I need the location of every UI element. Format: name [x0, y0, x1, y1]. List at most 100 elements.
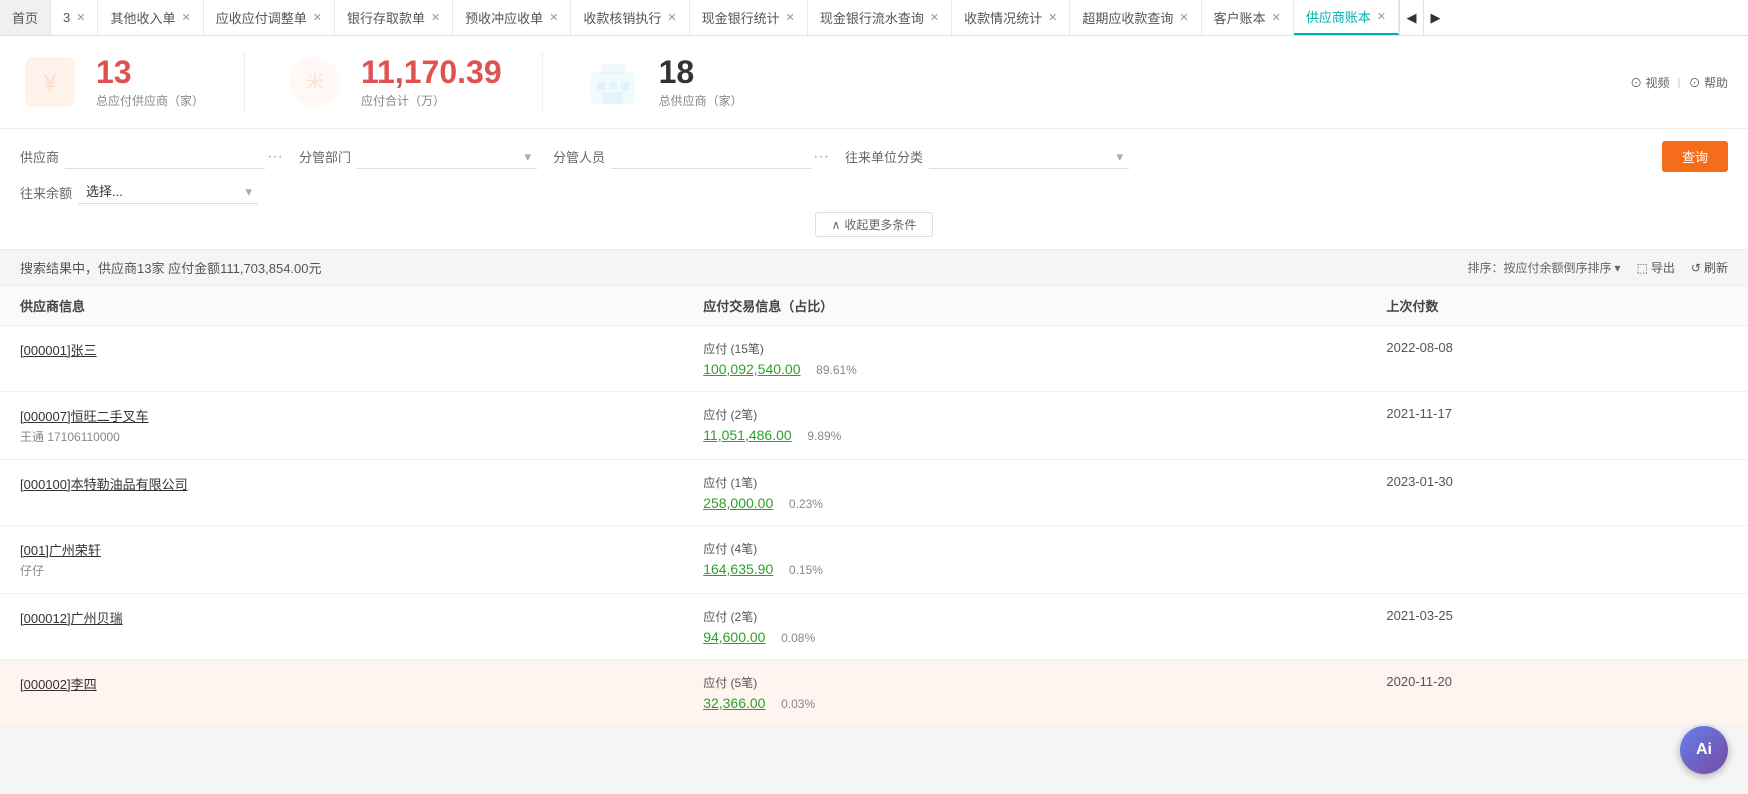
nav-tab-other-income[interactable]: 其他收入单 ✕ — [98, 0, 203, 35]
ap-label-2: 应付 (1笔) — [703, 476, 757, 490]
filter-item-balance: 往来余额 选择... — [20, 180, 258, 204]
last-pay-date-0: 2022-08-08 — [1386, 340, 1728, 355]
nav-tab-overdue-query[interactable]: 超期应收款查询 ✕ — [1070, 0, 1201, 35]
ap-amount-4[interactable]: 94,600.00 — [703, 629, 765, 645]
supplier-link-2[interactable]: [000100]本特勒油品有限公司 — [20, 477, 188, 492]
nav-tab-customer-account[interactable]: 客户账本 ✕ — [1202, 0, 1294, 35]
nav-tab-customer-account-label: 客户账本 — [1214, 8, 1266, 27]
stat-block-payable-amount: 米 11,170.39 应付合计（万） — [285, 52, 543, 112]
ap-pct-0: 89.61% — [816, 363, 857, 377]
person-input[interactable] — [611, 145, 811, 169]
nav-tab-cash-bank-stat[interactable]: 现金银行统计 ✕ — [690, 0, 808, 35]
total-payable-amount-label: 应付合计（万） — [361, 92, 502, 109]
ap-label-1: 应付 (2笔) — [703, 408, 757, 422]
refresh-button[interactable]: ↺ 刷新 — [1691, 259, 1728, 276]
help-link[interactable]: ⊙ 帮助 — [1689, 74, 1728, 91]
close-icon-prepay-verify[interactable]: ✕ — [549, 11, 558, 24]
query-button[interactable]: 查询 — [1662, 141, 1728, 172]
close-icon-ap-adjust[interactable]: ✕ — [313, 11, 322, 24]
close-icon-cash-bank-stat[interactable]: ✕ — [786, 11, 795, 24]
total-suppliers-label: 总供应商（家） — [659, 92, 743, 109]
ap-amount-3[interactable]: 164,635.90 — [703, 561, 773, 577]
supplier-input[interactable] — [65, 145, 265, 169]
ai-label: Ai — [1696, 741, 1712, 759]
supplier-sub-3: 仔仔 — [20, 562, 703, 579]
nav-tab-collect-check[interactable]: 收款核销执行 ✕ — [571, 0, 689, 35]
refresh-label: 刷新 — [1704, 259, 1728, 276]
collapse-button[interactable]: ∧ 收起更多条件 — [815, 212, 934, 237]
stats-area: ¥ 13 总应付供应商（家） 米 11,170.39 应付合计（万） — [0, 36, 1748, 129]
supplier-link-3[interactable]: [001]广州荣轩 — [20, 543, 101, 558]
collapse-arrow-icon: ∧ — [832, 218, 841, 232]
nav-tab-cash-bank-flow[interactable]: 现金银行流水查询 ✕ — [808, 0, 952, 35]
nav-tab-supplier-account-label: 供应商账本 — [1306, 7, 1371, 26]
supplier-link-1[interactable]: [000007]恒旺二手叉车 — [20, 409, 149, 424]
close-icon-customer-account[interactable]: ✕ — [1272, 11, 1281, 24]
ap-amount-1[interactable]: 11,051,486.00 — [703, 427, 792, 443]
supplier-link-4[interactable]: [000012]广州贝瑞 — [20, 611, 123, 626]
dept-select[interactable] — [357, 145, 537, 169]
person-more-icon[interactable]: ··· — [813, 148, 829, 166]
nav-arrow-right[interactable]: ▶ — [1423, 0, 1447, 36]
nav-tab-ap-adjust[interactable]: 应收应付调整单 ✕ — [204, 0, 335, 35]
total-payable-suppliers-label: 总应付供应商（家） — [96, 92, 204, 109]
unit-class-select[interactable] — [929, 145, 1129, 169]
close-icon-supplier-account[interactable]: ✕ — [1377, 10, 1386, 23]
close-icon-bank-deposit[interactable]: ✕ — [431, 11, 440, 24]
nav-arrow-left[interactable]: ◀ — [1399, 0, 1423, 36]
balance-select[interactable]: 选择... — [78, 180, 258, 204]
table-row: [000001]张三 应付 (15笔) 100,092,540.00 89.61… — [0, 326, 1748, 392]
table-row: [001]广州荣轩 仔仔 应付 (4笔) 164,635.90 0.15% — [0, 526, 1748, 594]
export-label: 导出 — [1651, 259, 1675, 276]
top-nav: 首页 3 ✕ 其他收入单 ✕ 应收应付调整单 ✕ 银行存取款单 ✕ 预收冲应收单… — [0, 0, 1748, 36]
nav-tab-3-label: 3 — [63, 10, 70, 25]
sort-label[interactable]: 排序：按应付余额倒序排序 ▾ — [1468, 259, 1621, 276]
last-pay-date-1: 2021-11-17 — [1386, 406, 1728, 421]
filter-row-1: 供应商 ··· 分管部门 分管人员 ··· 往来单位分类 查询 — [20, 141, 1728, 172]
filter-item-dept: 分管部门 — [299, 145, 537, 169]
video-link[interactable]: ⊙ 视频 — [1630, 74, 1669, 91]
filter-label-dept: 分管部门 — [299, 147, 351, 166]
close-icon-other-income[interactable]: ✕ — [181, 11, 190, 24]
ap-amount-2[interactable]: 258,000.00 — [703, 495, 773, 511]
nav-tab-home-label: 首页 — [12, 8, 38, 27]
nav-tab-prepay-verify[interactable]: 预收冲应收单 ✕ — [453, 0, 571, 35]
nav-tab-overdue-query-label: 超期应收款查询 — [1082, 8, 1173, 27]
nav-tab-bank-deposit-label: 银行存取款单 — [347, 8, 425, 27]
ap-label-0: 应付 (15笔) — [703, 342, 764, 356]
nav-tab-collect-stat[interactable]: 收款情况统计 ✕ — [952, 0, 1070, 35]
close-icon-overdue-query[interactable]: ✕ — [1179, 11, 1188, 24]
nav-tab-collect-check-label: 收款核销执行 — [583, 8, 661, 27]
nav-tab-collect-stat-label: 收款情况统计 — [964, 8, 1042, 27]
nav-tab-3[interactable]: 3 ✕ — [51, 0, 98, 35]
nav-tab-cash-bank-stat-label: 现金银行统计 — [702, 8, 780, 27]
close-icon-collect-stat[interactable]: ✕ — [1048, 11, 1057, 24]
nav-tab-supplier-account[interactable]: 供应商账本 ✕ — [1294, 0, 1399, 35]
sort-chevron-icon: ▾ — [1615, 261, 1621, 275]
ap-pct-3: 0.15% — [789, 563, 823, 577]
collapse-button-label: 收起更多条件 — [844, 216, 916, 233]
total-payable-suppliers-number: 13 — [96, 56, 204, 88]
last-pay-date-5: 2020-11-20 — [1386, 674, 1728, 689]
supplier-link-5[interactable]: [000002]李四 — [20, 677, 97, 692]
ap-amount-0[interactable]: 100,092,540.00 — [703, 361, 800, 377]
top-right-links: ⊙ 视频 | ⊙ 帮助 — [1630, 74, 1728, 91]
table-row: [000100]本特勒油品有限公司 应付 (1笔) 258,000.00 0.2… — [0, 460, 1748, 526]
ap-amount-5[interactable]: 32,366.00 — [703, 695, 765, 711]
export-button[interactable]: ⬚ 导出 — [1637, 259, 1675, 276]
close-icon-3[interactable]: ✕ — [76, 11, 85, 24]
last-pay-date-4: 2021-03-25 — [1386, 608, 1728, 623]
result-bar: 搜索结果中，供应商13家 应付金额111,703,854.00元 排序：按应付余… — [0, 250, 1748, 286]
filter-item-unit-class: 往来单位分类 — [845, 145, 1129, 169]
refresh-icon: ↺ — [1691, 261, 1701, 275]
close-icon-cash-bank-flow[interactable]: ✕ — [930, 11, 939, 24]
nav-tab-bank-deposit[interactable]: 银行存取款单 ✕ — [335, 0, 453, 35]
supplier-more-icon[interactable]: ··· — [267, 148, 283, 166]
supplier-sub-1: 王通 17106110000 — [20, 428, 703, 445]
nav-tab-home[interactable]: 首页 — [0, 0, 51, 35]
result-info: 搜索结果中，供应商13家 应付金额111,703,854.00元 — [20, 258, 322, 277]
ai-button[interactable]: Ai — [1680, 726, 1728, 774]
supplier-link-0[interactable]: [000001]张三 — [20, 343, 97, 358]
close-icon-collect-check[interactable]: ✕ — [667, 11, 676, 24]
ap-pct-2: 0.23% — [789, 497, 823, 511]
